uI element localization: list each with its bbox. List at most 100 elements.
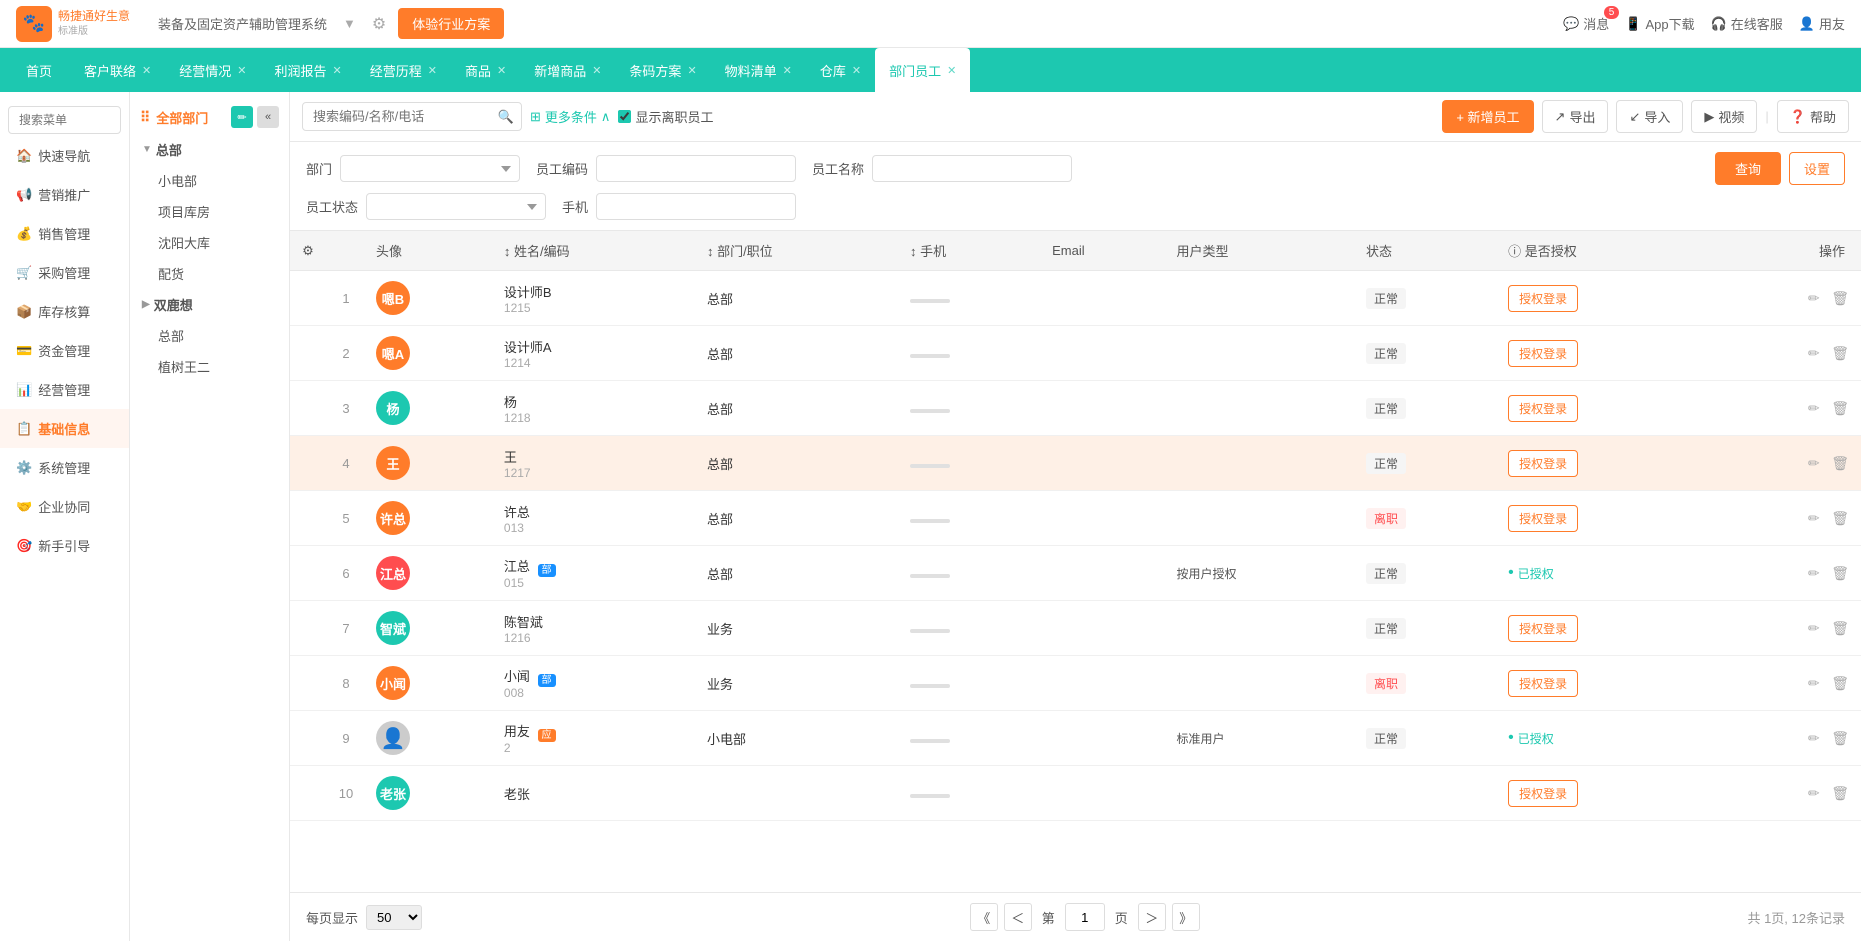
edit-icon[interactable]: ✏ — [1808, 620, 1820, 636]
nav-item-goods[interactable]: 商品 ✕ — [451, 48, 520, 92]
delete-icon[interactable]: 🗑 — [1831, 290, 1849, 306]
prev-page-btn[interactable]: ＜ — [1004, 903, 1032, 931]
status-filter-select[interactable] — [366, 193, 546, 220]
auth-btn[interactable]: 授权登录 — [1508, 780, 1578, 807]
dept-tree-item-delivery[interactable]: 配货 — [130, 258, 289, 289]
dept-edit-btn[interactable]: ✏ — [231, 106, 253, 128]
nav-item-barcode[interactable]: 条码方案 ✕ — [615, 48, 710, 92]
emp-name-input[interactable] — [872, 155, 1072, 182]
close-icon[interactable]: ✕ — [237, 64, 246, 77]
sidebar-search-input[interactable] — [8, 106, 121, 134]
sidebar-item-system[interactable]: ⚙️ 系统管理 — [0, 448, 129, 487]
page-size-select[interactable]: 50 100 — [366, 905, 422, 930]
gear-icon[interactable]: ⚙ — [372, 14, 386, 34]
sidebar-item-operation-mgmt[interactable]: 📊 经营管理 — [0, 370, 129, 409]
dept-tree-item-proj-warehouse[interactable]: 项目库房 — [130, 196, 289, 227]
app-download-btn[interactable]: 📱 App下载 — [1625, 14, 1694, 33]
experience-btn[interactable]: 体验行业方案 — [398, 8, 504, 39]
th-gear[interactable]: ⚙ — [290, 231, 326, 271]
delete-icon[interactable]: 🗑 — [1831, 400, 1849, 416]
edit-icon[interactable]: ✏ — [1808, 510, 1820, 526]
dept-tree-item-electronics[interactable]: 小电部 — [130, 165, 289, 196]
view-btn[interactable]: ▶ 视频 — [1691, 100, 1757, 133]
edit-icon[interactable]: ✏ — [1808, 345, 1820, 361]
delete-icon[interactable]: 🗑 — [1831, 455, 1849, 471]
dept-tree-item-shuanglu[interactable]: ▶ 双鹿想 — [130, 289, 289, 320]
delete-icon[interactable]: 🗑 — [1831, 730, 1849, 746]
sidebar-item-finance[interactable]: 💳 资金管理 — [0, 331, 129, 370]
nav-item-bom[interactable]: 物料清单 ✕ — [711, 48, 806, 92]
query-btn[interactable]: 查询 — [1715, 152, 1781, 185]
auth-btn[interactable]: 授权登录 — [1508, 615, 1578, 642]
import-btn[interactable]: ↙ 导入 — [1616, 100, 1683, 133]
next-page-btn[interactable]: ＞ — [1138, 903, 1166, 931]
delete-icon[interactable]: 🗑 — [1831, 620, 1849, 636]
emp-code-input[interactable] — [596, 155, 796, 182]
close-icon[interactable]: ✕ — [852, 64, 861, 77]
auth-btn[interactable]: 授权登录 — [1508, 670, 1578, 697]
dept-tree-item-general[interactable]: 总部 — [130, 320, 289, 351]
sidebar-item-marketing[interactable]: 📢 营销推广 — [0, 175, 129, 214]
sidebar-item-quicknav[interactable]: 🏠 快速导航 — [0, 136, 129, 175]
dept-collapse-btn[interactable]: « — [257, 106, 279, 128]
edit-icon[interactable]: ✏ — [1808, 675, 1820, 691]
last-page-btn[interactable]: 》 — [1172, 903, 1200, 931]
close-icon[interactable]: ✕ — [428, 64, 437, 77]
close-icon-active[interactable]: ✕ — [947, 64, 956, 77]
auth-btn[interactable]: 授权登录 — [1508, 340, 1578, 367]
delete-icon[interactable]: 🗑 — [1831, 565, 1849, 581]
show-resigned-checkbox[interactable] — [618, 110, 631, 123]
dept-tree-item-plant-king[interactable]: 植树王二 — [130, 351, 289, 382]
add-employee-btn[interactable]: + 新增员工 — [1442, 100, 1533, 133]
dept-tree-item-shenyang[interactable]: 沈阳大库 — [130, 227, 289, 258]
nav-item-history[interactable]: 经营历程 ✕ — [356, 48, 451, 92]
show-resigned-label[interactable]: 显示离职员工 — [618, 107, 713, 126]
sidebar-item-collaboration[interactable]: 🤝 企业协同 — [0, 487, 129, 526]
nav-item-home[interactable]: 首页 — [8, 48, 70, 92]
nav-item-warehouse[interactable]: 仓库 ✕ — [806, 48, 875, 92]
edit-icon[interactable]: ✏ — [1808, 565, 1820, 581]
all-dept-btn[interactable]: ⠿ 全部部门 — [140, 108, 208, 127]
delete-icon[interactable]: 🗑 — [1831, 510, 1849, 526]
phone-filter-input[interactable] — [596, 193, 796, 220]
sidebar-item-basic-info[interactable]: 📋 基础信息 — [0, 409, 129, 448]
page-input[interactable] — [1065, 903, 1105, 931]
settings-btn[interactable]: 设置 — [1789, 152, 1845, 185]
close-icon[interactable]: ✕ — [687, 64, 696, 77]
edit-icon[interactable]: ✏ — [1808, 400, 1820, 416]
close-icon[interactable]: ✕ — [783, 64, 792, 77]
edit-icon[interactable]: ✏ — [1808, 730, 1820, 746]
export-btn[interactable]: ↗ 导出 — [1542, 100, 1609, 133]
nav-item-dept-staff[interactable]: 部门员工 ✕ — [875, 48, 970, 92]
close-icon[interactable]: ✕ — [592, 64, 601, 77]
message-btn[interactable]: 💬 消息 5 — [1563, 14, 1609, 33]
dept-filter-select[interactable] — [340, 155, 520, 182]
sidebar-item-purchase[interactable]: 🛒 采购管理 — [0, 253, 129, 292]
close-icon[interactable]: ✕ — [497, 64, 506, 77]
first-page-btn[interactable]: 《 — [970, 903, 998, 931]
auth-btn[interactable]: 授权登录 — [1508, 285, 1578, 312]
edit-icon[interactable]: ✏ — [1808, 290, 1820, 306]
th-dept[interactable]: ↕ 部门/职位 — [697, 231, 900, 271]
close-icon[interactable]: ✕ — [333, 64, 342, 77]
more-filters-btn[interactable]: ⊞ 更多条件 ∧ — [530, 107, 610, 126]
user-btn[interactable]: 👤 用友 — [1799, 14, 1845, 33]
edit-icon[interactable]: ✏ — [1808, 785, 1820, 801]
delete-icon[interactable]: 🗑 — [1831, 785, 1849, 801]
dept-tree-item-head[interactable]: ▼ 总部 — [130, 134, 289, 165]
delete-icon[interactable]: 🗑 — [1831, 675, 1849, 691]
sidebar-item-guide[interactable]: 🎯 新手引导 — [0, 526, 129, 565]
auth-btn[interactable]: 授权登录 — [1508, 450, 1578, 477]
close-icon[interactable]: ✕ — [142, 64, 151, 77]
th-name[interactable]: ↕ 姓名/编码 — [494, 231, 697, 271]
delete-icon[interactable]: 🗑 — [1831, 345, 1849, 361]
nav-item-profit[interactable]: 利润报告 ✕ — [260, 48, 355, 92]
search-input[interactable] — [302, 102, 522, 131]
sidebar-item-inventory[interactable]: 📦 库存核算 — [0, 292, 129, 331]
nav-item-add-goods[interactable]: 新增商品 ✕ — [520, 48, 615, 92]
edit-icon[interactable]: ✏ — [1808, 455, 1820, 471]
online-service-btn[interactable]: 🎧 在线客服 — [1711, 14, 1783, 33]
sidebar-item-sales[interactable]: 💰 销售管理 — [0, 214, 129, 253]
nav-item-customer[interactable]: 客户联络 ✕ — [70, 48, 165, 92]
th-phone[interactable]: ↕ 手机 — [900, 231, 1042, 271]
